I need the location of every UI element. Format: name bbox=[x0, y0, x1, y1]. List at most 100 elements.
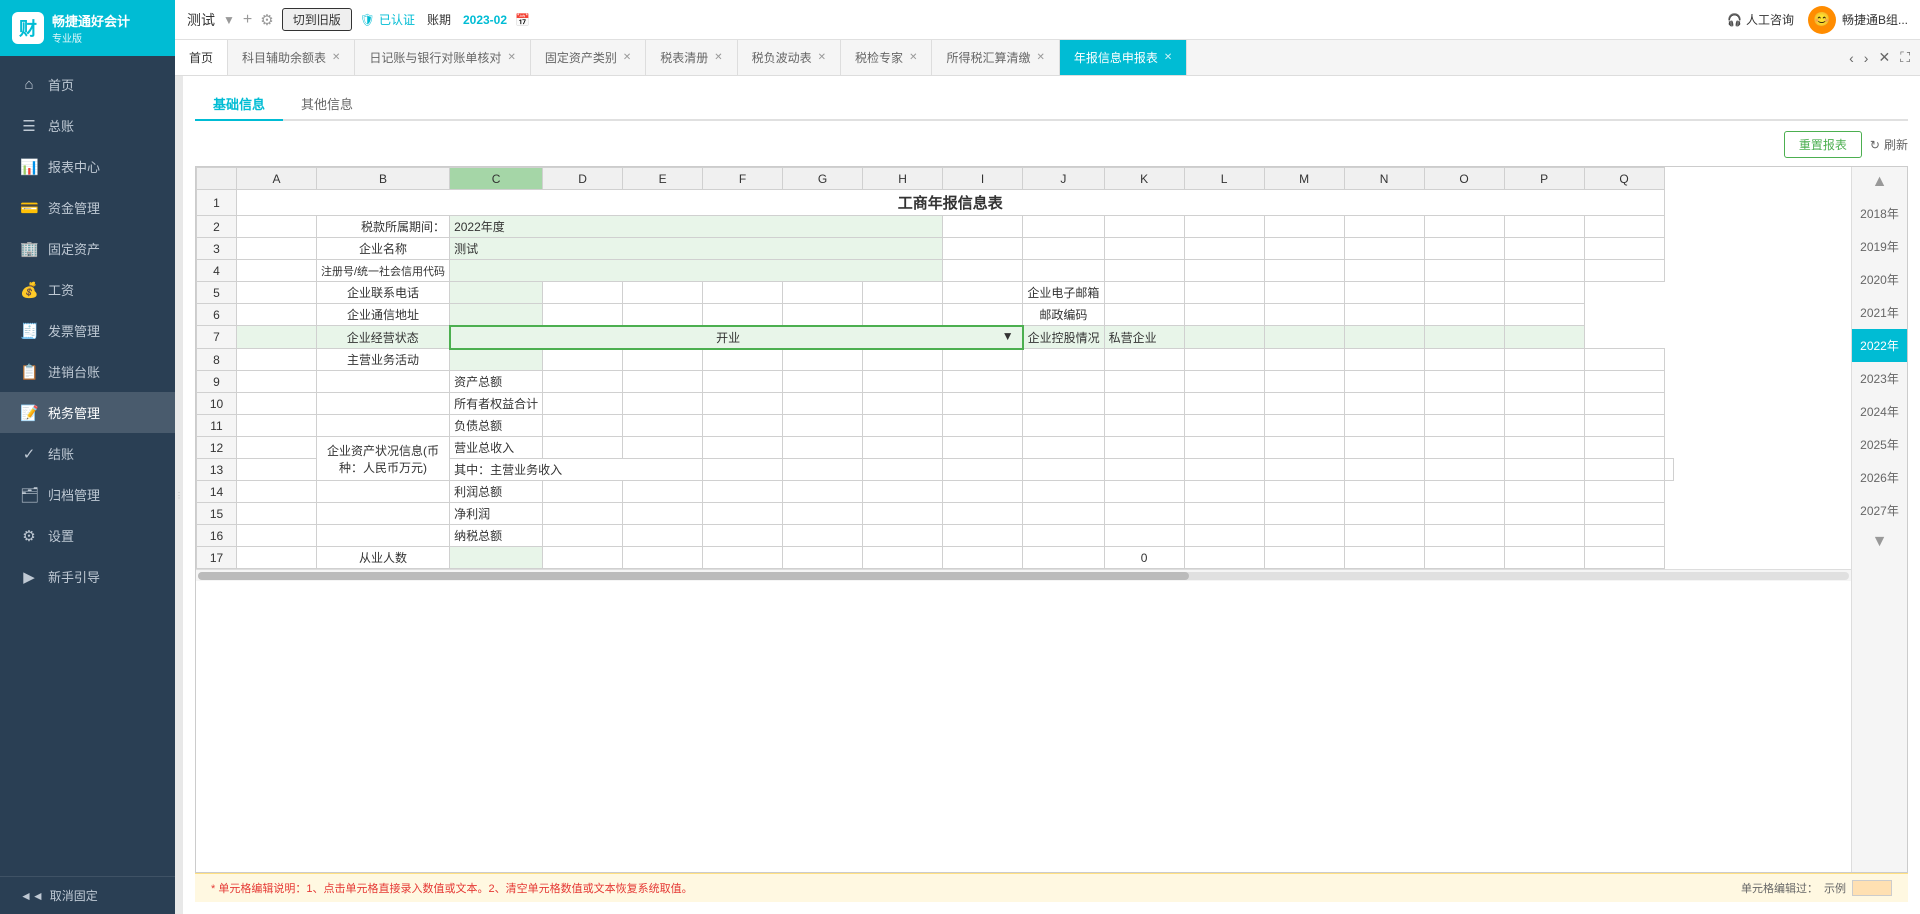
year-item-2025年[interactable]: 2025年 bbox=[1852, 428, 1907, 461]
assets-icon: 🏢 bbox=[20, 240, 38, 258]
year-item-2024年[interactable]: 2024年 bbox=[1852, 395, 1907, 428]
avatar: 😊 bbox=[1808, 6, 1836, 34]
cell-3-4 bbox=[1264, 238, 1344, 260]
cell-6-ci-0[interactable] bbox=[450, 304, 543, 326]
cell-8-0[interactable] bbox=[450, 349, 543, 371]
cell-7-J: 企业控股情况 bbox=[1023, 326, 1105, 349]
calendar-icon[interactable]: 📅 bbox=[515, 13, 530, 27]
cell-4-3 bbox=[1184, 260, 1264, 282]
sidebar-item-assets[interactable]: 🏢固定资产 bbox=[0, 228, 175, 269]
horizontal-scrollbar[interactable] bbox=[196, 569, 1851, 581]
archive-icon: 🗂 bbox=[20, 486, 38, 504]
logo-text: 畅捷通好会计 专业版 bbox=[52, 11, 130, 45]
tab-close-journal[interactable]: ✕ bbox=[507, 52, 515, 63]
topbar-add-icon[interactable]: + bbox=[243, 11, 252, 29]
sidebar-item-fund[interactable]: 💳资金管理 bbox=[0, 187, 175, 228]
tab-expand-btn[interactable]: ⛶ bbox=[1896, 47, 1914, 68]
cell-14-extra6 bbox=[1023, 481, 1105, 503]
resize-handle[interactable]: ⋮ bbox=[175, 76, 183, 914]
cell-5-ci-4 bbox=[783, 282, 863, 304]
tab-prev-btn[interactable]: ‹ bbox=[1845, 48, 1858, 68]
tab-tax_wave[interactable]: 税负波动表✕ bbox=[738, 40, 841, 76]
cell-16-extra9 bbox=[1264, 525, 1344, 547]
cell-4-C[interactable] bbox=[450, 260, 943, 282]
cell-5-K[interactable] bbox=[1104, 282, 1184, 304]
tab-close-fixed[interactable]: ✕ bbox=[623, 52, 631, 63]
cell-17-K[interactable]: 0 bbox=[1104, 547, 1184, 569]
cell-11-extra4 bbox=[863, 415, 943, 437]
sidebar-item-ledger[interactable]: ☰总账 bbox=[0, 105, 175, 146]
cell-6-ci-1 bbox=[543, 304, 623, 326]
switch-old-btn[interactable]: 切到旧版 bbox=[282, 8, 352, 31]
year-item-2027年[interactable]: 2027年 bbox=[1852, 494, 1907, 527]
tab-income_tax[interactable]: 所得税汇算清缴✕ bbox=[932, 40, 1059, 76]
tab-annual_report[interactable]: 年报信息申报表✕ bbox=[1060, 40, 1187, 76]
cell-7-K[interactable]: 私营企业 bbox=[1104, 326, 1184, 349]
year-item-2018年[interactable]: 2018年 bbox=[1852, 197, 1907, 230]
reset-report-btn[interactable]: 重置报表 bbox=[1784, 131, 1862, 158]
user-menu[interactable]: 😊 畅捷通B组... bbox=[1808, 6, 1908, 34]
year-item-2026年[interactable]: 2026年 bbox=[1852, 461, 1907, 494]
cell-15-extra0 bbox=[543, 503, 623, 525]
year-item-2019年[interactable]: 2019年 bbox=[1852, 230, 1907, 263]
year-nav-up[interactable]: ▲ bbox=[1852, 167, 1907, 197]
year-item-2021年[interactable]: 2021年 bbox=[1852, 296, 1907, 329]
cell-11-extra13 bbox=[1584, 415, 1664, 437]
cell-8-1 bbox=[543, 349, 623, 371]
sidebar-item-reports[interactable]: 📊报表中心 bbox=[0, 146, 175, 187]
sidebar-item-home[interactable]: ⌂首页 bbox=[0, 64, 175, 105]
year-item-2022年[interactable]: 2022年 bbox=[1852, 329, 1907, 362]
sidebar-item-salary[interactable]: 💰工资 bbox=[0, 269, 175, 310]
sidebar-footer[interactable]: ◄◄ 取消固定 bbox=[0, 876, 175, 914]
service-btn[interactable]: 🎧 人工咨询 bbox=[1727, 11, 1794, 28]
year-item-2020年[interactable]: 2020年 bbox=[1852, 263, 1907, 296]
tab-close-subject[interactable]: ✕ bbox=[332, 52, 340, 63]
cell-13-extra12 bbox=[1664, 459, 1673, 481]
cell-9-extra3 bbox=[783, 371, 863, 393]
refresh-btn[interactable]: ↻ 刷新 bbox=[1870, 136, 1908, 153]
topbar-gear-icon[interactable]: ⚙ bbox=[260, 11, 273, 29]
sidebar-item-settings[interactable]: ⚙设置 bbox=[0, 515, 175, 556]
sidebar-item-archive[interactable]: 🗂 归档管理 bbox=[0, 474, 175, 515]
sidebar-item-label: 归档管理 bbox=[48, 485, 100, 504]
sidebar-item-invoice[interactable]: 🧾发票管理 bbox=[0, 310, 175, 351]
cell-16-C: 纳税总额 bbox=[450, 525, 543, 547]
sidebar-item-purchase[interactable]: 📋进销台账 bbox=[0, 351, 175, 392]
topbar-dropdown-arrow[interactable]: ▼ bbox=[223, 13, 235, 27]
cell-10-C: 所有者权益合计 bbox=[450, 393, 543, 415]
year-nav-down[interactable]: ▼ bbox=[1852, 527, 1907, 557]
cell-7-C[interactable]: 开业▼ bbox=[450, 326, 1023, 349]
cell-10-extra0 bbox=[543, 393, 623, 415]
spreadsheet-scroll[interactable]: ABCDEFGHIJKLMNOPQ 1工商年报信息表2税款所属期间：2022年度… bbox=[196, 167, 1851, 872]
tab-journal[interactable]: 日记账与银行对账单核对✕ bbox=[355, 40, 530, 76]
cell-2-C[interactable]: 2022年度 bbox=[450, 216, 943, 238]
subtab-basic[interactable]: 基础信息 bbox=[195, 88, 283, 121]
tab-close-all-btn[interactable]: ✕ bbox=[1874, 47, 1894, 68]
subtab-other[interactable]: 其他信息 bbox=[283, 88, 371, 121]
tab-close-tax_wave[interactable]: ✕ bbox=[818, 52, 826, 63]
cell-9-extra6 bbox=[1023, 371, 1105, 393]
tab-fixed[interactable]: 固定资产类别✕ bbox=[531, 40, 646, 76]
tab-close-tax_list[interactable]: ✕ bbox=[714, 52, 722, 63]
cell-16-A bbox=[237, 525, 317, 547]
cell-3-C[interactable]: 测试 bbox=[450, 238, 943, 260]
table-row: 16纳税总额 bbox=[197, 525, 1674, 547]
tab-close-tax_expert[interactable]: ✕ bbox=[909, 52, 917, 63]
tab-tax_expert[interactable]: 税检专家✕ bbox=[841, 40, 932, 76]
table-row: 9资产总额 bbox=[197, 371, 1674, 393]
tab-home[interactable]: 首页 bbox=[175, 40, 228, 76]
sidebar-item-tax[interactable]: 📝税务管理 bbox=[0, 392, 175, 433]
tab-subject[interactable]: 科目辅助余额表✕ bbox=[228, 40, 355, 76]
sidebar-item-guide[interactable]: ▶新手引导 bbox=[0, 556, 175, 597]
year-item-2023年[interactable]: 2023年 bbox=[1852, 362, 1907, 395]
cell-15-extra11 bbox=[1424, 503, 1504, 525]
cell-6-K[interactable] bbox=[1104, 304, 1184, 326]
tab-tax_list[interactable]: 税表清册✕ bbox=[646, 40, 737, 76]
cell-8-5 bbox=[863, 349, 943, 371]
tab-close-income_tax[interactable]: ✕ bbox=[1036, 52, 1044, 63]
cell-5-ci-0[interactable] bbox=[450, 282, 543, 304]
tab-close-annual_report[interactable]: ✕ bbox=[1164, 52, 1172, 63]
tab-next-btn[interactable]: › bbox=[1860, 48, 1873, 68]
cell-17-0[interactable] bbox=[450, 547, 543, 569]
sidebar-item-close[interactable]: ✓结账 bbox=[0, 433, 175, 474]
